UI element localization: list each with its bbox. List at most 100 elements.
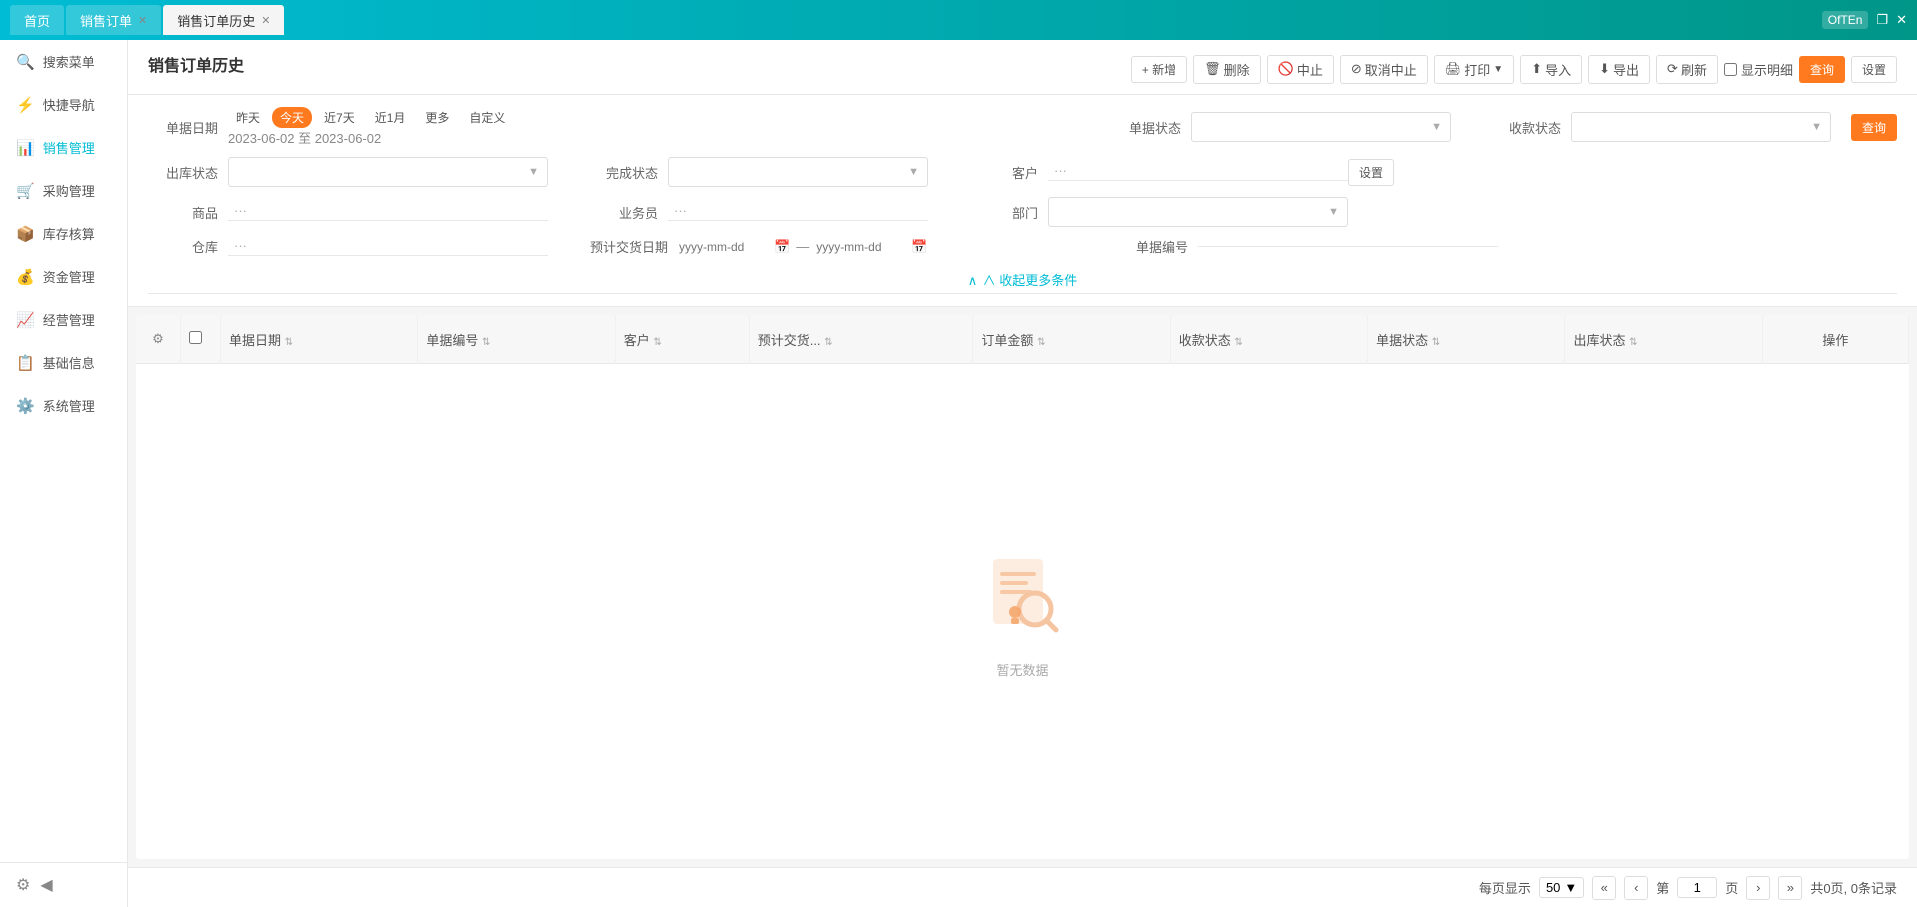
goods-dots[interactable]: ··· (228, 203, 253, 218)
sidebar-item-inventory[interactable]: 📦 库存核算 (0, 212, 127, 255)
cancel-stop-button[interactable]: ⊘ 取消中止 (1340, 55, 1428, 84)
date-shortcut-more[interactable]: 更多 (417, 107, 457, 128)
tab-sales-order[interactable]: 销售订单 ✕ (66, 5, 161, 35)
first-page-btn[interactable]: « (1592, 876, 1616, 900)
th-bill-status: 单据状态 ⇅ (1368, 315, 1565, 364)
sidebar-settings-icon[interactable]: ⚙ (16, 875, 30, 895)
complete-status-arrow: ▼ (908, 166, 919, 178)
sort-date-icon[interactable]: ⇅ (285, 337, 293, 348)
th-out-status: 出库状态 ⇅ (1565, 315, 1762, 364)
top-bar-restore[interactable]: ❐ (1876, 12, 1888, 28)
display-detail-checkbox-label: 显示明细 (1724, 60, 1793, 79)
bill-status-arrow: ▼ (1431, 121, 1442, 133)
table-settings-icon[interactable]: ⚙ (144, 325, 172, 353)
date-shortcut-1month[interactable]: 近1月 (367, 107, 414, 128)
settings-button-2[interactable]: 设置 (1348, 159, 1394, 186)
th-bill-no: 单据编号 ⇅ (418, 315, 615, 364)
date-shortcut-yesterday[interactable]: 昨天 (228, 107, 268, 128)
sort-amount-icon[interactable]: ⇅ (1037, 337, 1045, 348)
filter-row-2: 出库状态 ▼ 完成状态 ▼ 客户 ··· 设置 (148, 157, 1897, 187)
stop-button[interactable]: 🚫 中止 (1267, 55, 1334, 84)
tab-sales-order-close[interactable]: ✕ (138, 14, 147, 27)
sort-payment-status-icon[interactable]: ⇅ (1234, 337, 1242, 348)
next-page-btn[interactable]: › (1746, 876, 1770, 900)
calendar-from-icon[interactable]: 📅 (774, 239, 790, 255)
out-status-select[interactable]: ▼ (228, 157, 548, 187)
per-page-select[interactable]: 50 ▼ (1539, 877, 1584, 898)
date-shortcut-custom[interactable]: 自定义 (461, 107, 513, 128)
sort-expected-date-icon[interactable]: ⇅ (824, 337, 832, 348)
sidebar-collapse-icon[interactable]: ◀ (40, 875, 52, 895)
new-button[interactable]: + 新增 (1131, 56, 1187, 83)
select-all-checkbox[interactable] (189, 331, 202, 344)
warehouse-dots[interactable]: ··· (228, 238, 253, 253)
query-button[interactable]: 查询 (1799, 56, 1845, 83)
expected-date-to[interactable] (815, 239, 905, 255)
page-input[interactable] (1677, 877, 1717, 898)
toolbar: + 新增 🗑 删除 🚫 中止 ⊘ 取消中止 🖨 打印 ▼ (1131, 55, 1897, 84)
prev-page-btn[interactable]: ‹ (1624, 876, 1648, 900)
sidebar-item-quick-nav[interactable]: ⚡ 快捷导航 (0, 83, 127, 126)
tab-sales-order-history[interactable]: 销售订单历史 ✕ (163, 5, 284, 35)
sort-out-status-icon[interactable]: ⇅ (1629, 337, 1637, 348)
sort-customer-icon[interactable]: ⇅ (653, 337, 661, 348)
import-button[interactable]: ⬆ 导入 (1520, 55, 1582, 84)
sort-bill-status-icon[interactable]: ⇅ (1432, 337, 1440, 348)
dept-label: 部门 (968, 203, 1048, 222)
delete-button[interactable]: 🗑 删除 (1193, 55, 1261, 84)
filter-section: 单据日期 昨天 今天 近7天 近1月 更多 自定义 2023-06-02 至 2… (128, 95, 1917, 307)
tab-home[interactable]: 首页 (10, 5, 64, 35)
sidebar-item-sales-mgmt[interactable]: 📊 销售管理 (0, 126, 127, 169)
filter-row-4: 仓库 ··· 预计交货日期 📅 — 📅 单据编号 (148, 237, 1897, 256)
expected-date-from[interactable] (678, 239, 768, 255)
refresh-button[interactable]: ⟳ 刷新 (1656, 55, 1718, 84)
query-button-2[interactable]: 查询 (1851, 114, 1897, 141)
th-date: 单据日期 ⇅ (221, 315, 418, 364)
print-button[interactable]: 🖨 打印 ▼ (1434, 55, 1514, 84)
sidebar-item-sys-mgmt[interactable]: ⚙️ 系统管理 (0, 384, 127, 427)
sidebar-item-basic-info-label: 基础信息 (43, 353, 95, 372)
th-payment-status: 收款状态 ⇅ (1170, 315, 1367, 364)
display-detail-checkbox[interactable] (1724, 63, 1737, 76)
tab-sales-order-label: 销售订单 (80, 11, 132, 30)
top-bar-close[interactable]: ✕ (1896, 12, 1907, 28)
sidebar-item-finance[interactable]: 💰 资金管理 (0, 255, 127, 298)
page-title: 销售订单历史 (148, 52, 244, 76)
th-bill-no-label: 单据编号 (426, 333, 478, 348)
tab-home-label: 首页 (24, 11, 50, 30)
ops-icon: 📈 (16, 311, 35, 329)
per-page-arrow: ▼ (1564, 880, 1577, 895)
th-out-status-label: 出库状态 (1573, 333, 1625, 348)
complete-status-select[interactable]: ▼ (668, 157, 928, 187)
export-button[interactable]: ⬇ 导出 (1588, 55, 1650, 84)
dept-select[interactable]: ▼ (1048, 197, 1348, 227)
collapse-bar[interactable]: ∧ ∧ 收起更多条件 (148, 266, 1897, 294)
bill-status-select[interactable]: ▼ (1191, 112, 1451, 142)
tab-sales-order-history-close[interactable]: ✕ (261, 14, 270, 27)
sidebar-item-search-menu[interactable]: 🔍 搜索菜单 (0, 40, 127, 83)
th-amount-label: 订单金额 (981, 333, 1033, 348)
date-shortcut-today[interactable]: 今天 (272, 107, 312, 128)
sort-bill-no-icon[interactable]: ⇅ (482, 337, 490, 348)
sidebar-bottom: ⚙ ◀ (0, 862, 127, 907)
customer-dots[interactable]: ··· (1048, 163, 1073, 178)
tab-bar: 首页 销售订单 ✕ 销售订单历史 ✕ (10, 5, 1822, 35)
salesman-dots[interactable]: ··· (668, 203, 693, 218)
empty-illustration (973, 544, 1073, 644)
calendar-to-icon[interactable]: 📅 (911, 239, 927, 255)
sidebar-item-purchase-mgmt[interactable]: 🛒 采购管理 (0, 169, 127, 212)
last-page-btn[interactable]: » (1778, 876, 1802, 900)
payment-status-select[interactable]: ▼ (1571, 112, 1831, 142)
page-suffix: 页 (1725, 878, 1738, 897)
th-checkbox (181, 315, 221, 364)
last-page-icon: » (1787, 880, 1794, 895)
print-icon: 🖨 (1445, 61, 1462, 77)
settings-button[interactable]: 设置 (1851, 56, 1897, 83)
date-dash: — (796, 239, 809, 254)
collapse-icon: ∧ (968, 273, 978, 288)
print-arrow-icon: ▼ (1493, 64, 1503, 75)
date-shortcut-7days[interactable]: 近7天 (316, 107, 363, 128)
sidebar-item-ops[interactable]: 📈 经营管理 (0, 298, 127, 341)
sidebar-item-basic-info[interactable]: 📋 基础信息 (0, 341, 127, 384)
th-operations: 操作 (1762, 315, 1908, 364)
